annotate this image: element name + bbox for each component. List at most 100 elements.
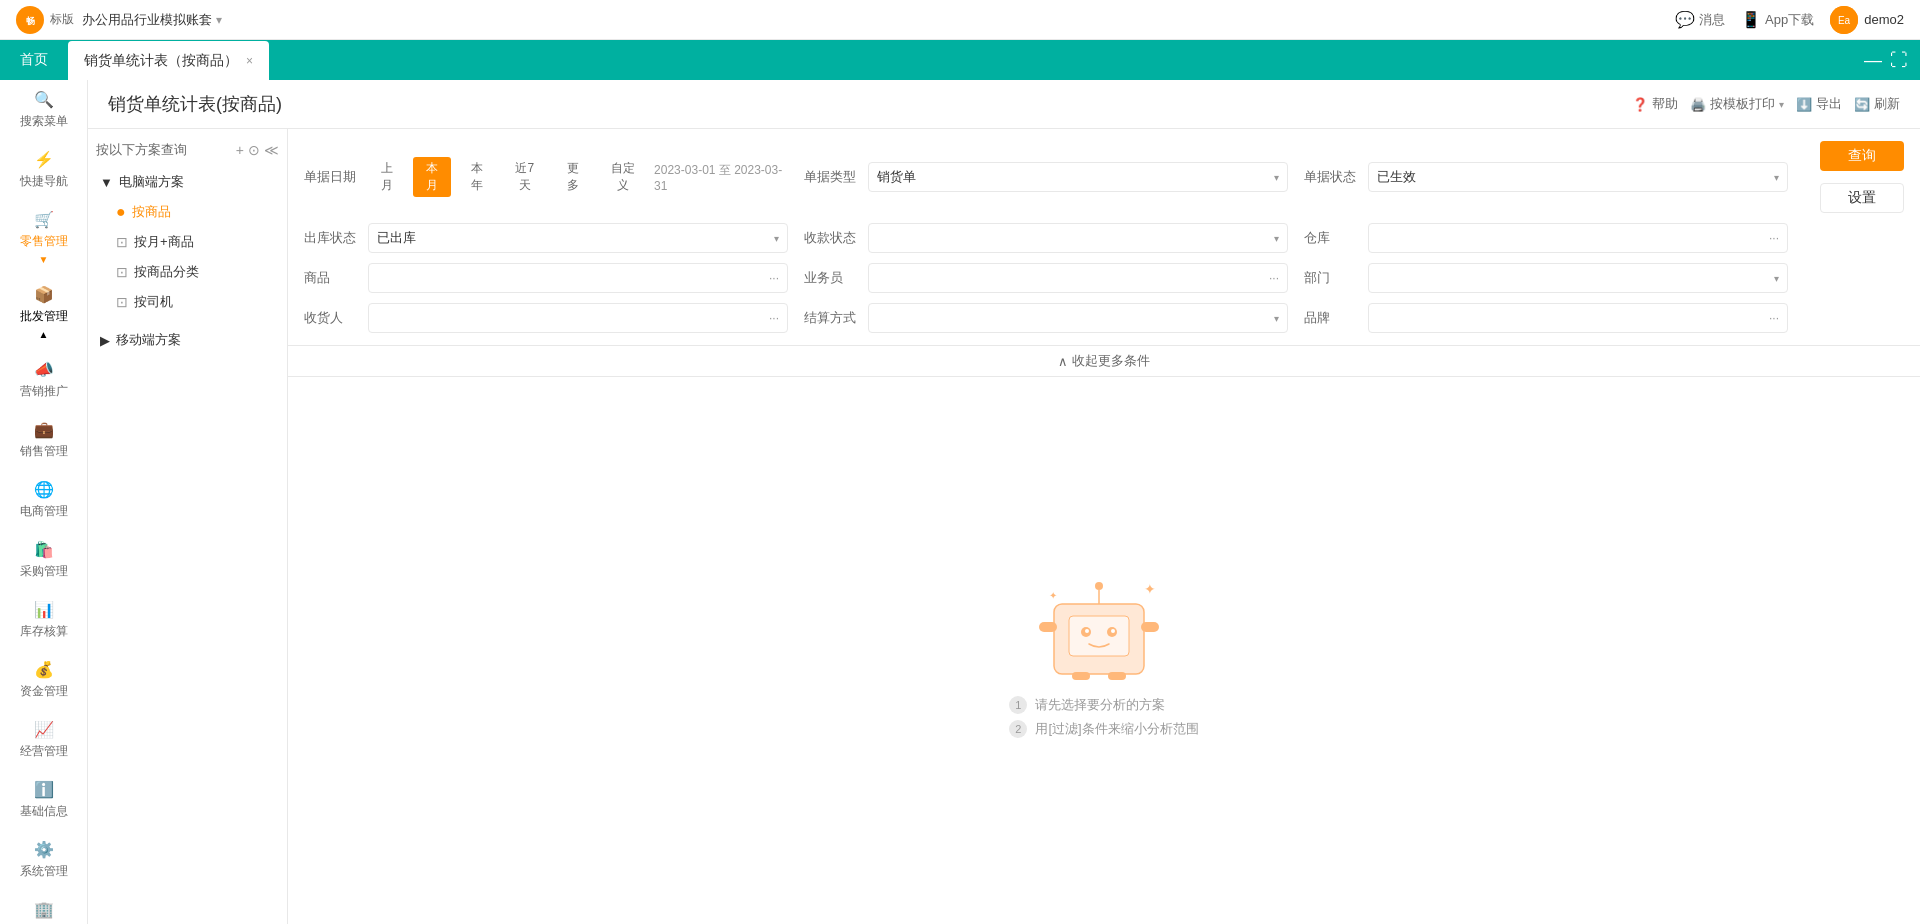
ecommerce-icon: 🌐 — [34, 480, 54, 499]
sidebar-item-finance-label: 资金管理 — [20, 683, 68, 700]
sidebar-item-purchase-label: 采购管理 — [20, 563, 68, 580]
sidebar-item-search[interactable]: 🔍 搜索菜单 — [0, 80, 87, 140]
settings-button[interactable]: 设置 — [1820, 183, 1904, 213]
sidebar-item-system[interactable]: ⚙️ 系统管理 — [0, 830, 87, 890]
sidebar-item-inventory[interactable]: 📊 库存核算 — [0, 590, 87, 650]
scheme-desktop-children: ● 按商品 ⊡ 按月+商品 ⊡ 按商品分类 ⊡ 按司机 — [96, 197, 279, 317]
recv-status-dropdown-icon: ▾ — [1274, 233, 1279, 244]
brand-input[interactable]: ··· — [1368, 303, 1788, 333]
tab-home[interactable]: 首页 — [0, 40, 68, 80]
svg-rect-12 — [1039, 622, 1057, 632]
retail-icon: 🛒 — [34, 210, 54, 229]
scheme-item-drv-icon: ⊡ — [116, 294, 128, 310]
date-btn-this-month[interactable]: 本月 — [413, 157, 452, 197]
sidebar-item-operations-label: 经营管理 — [20, 743, 68, 760]
doc-type-input[interactable]: 销货单 ▾ — [868, 162, 1288, 192]
date-btn-this-year[interactable]: 本年 — [457, 157, 496, 197]
message-action[interactable]: 💬 消息 — [1675, 10, 1725, 29]
user-profile[interactable]: Ea demo2 — [1830, 6, 1904, 34]
user-name: demo2 — [1864, 12, 1904, 27]
scheme-item-cat-label: 按商品分类 — [134, 263, 199, 281]
svg-text:畅: 畅 — [26, 16, 35, 26]
scheme-item-by-goods[interactable]: ● 按商品 — [112, 197, 279, 227]
warehouse-label: 仓库 — [1304, 229, 1360, 247]
scheme-desktop[interactable]: ▼ 电脑端方案 — [96, 167, 279, 197]
dept-input[interactable]: ▾ — [1368, 263, 1788, 293]
scheme-collapse-icon[interactable]: ≪ — [264, 142, 279, 158]
doc-status-dropdown-icon: ▾ — [1774, 172, 1779, 183]
date-btn-7days[interactable]: 近7天 — [502, 157, 547, 197]
export-btn[interactable]: ⬇️ 导出 — [1796, 95, 1842, 113]
sidebar-item-basic[interactable]: ℹ️ 基础信息 — [0, 770, 87, 830]
tab-close-icon[interactable]: × — [246, 54, 253, 68]
out-status-input[interactable]: 已出库 ▾ — [368, 223, 788, 253]
tab-maximize-icon[interactable]: ⛶ — [1890, 50, 1908, 71]
message-icon: 💬 — [1675, 10, 1695, 29]
date-filter: 上月 本月 本年 近7天 更多 自定义 2023-03-01 至 2023-03… — [368, 157, 788, 197]
query-button[interactable]: 查询 — [1820, 141, 1904, 171]
scheme-edit-icon[interactable]: ⊙ — [248, 142, 260, 158]
recv-status-label: 收款状态 — [804, 229, 860, 247]
doc-type-dropdown-icon: ▾ — [1274, 172, 1279, 183]
scheme-item-icon: ● — [116, 203, 126, 221]
workspace-dropdown-icon[interactable]: ▾ — [216, 13, 222, 27]
warehouse-input[interactable]: ··· — [1368, 223, 1788, 253]
sidebar-item-marketing[interactable]: 📣 营销推广 — [0, 350, 87, 410]
enterprise-icon: 🏢 — [34, 900, 54, 919]
template-print-btn[interactable]: 🖨️ 按模板打印 ▾ — [1690, 95, 1784, 113]
system-icon: ⚙️ — [34, 840, 54, 859]
sidebar-item-retail[interactable]: 🛒 零售管理 ▼ — [0, 200, 87, 275]
scheme-add-icon[interactable]: + — [236, 142, 244, 158]
sidebar-item-finance[interactable]: 💰 资金管理 — [0, 650, 87, 710]
sidebar-item-purchase[interactable]: 🛍️ 采购管理 — [0, 530, 87, 590]
app-download-label: App下载 — [1765, 11, 1814, 29]
sidebar-item-wholesale[interactable]: 📦 批发管理 ▲ — [0, 275, 87, 350]
salesman-input[interactable]: ··· — [868, 263, 1288, 293]
main-content-row: 按以下方案查询 + ⊙ ≪ ▼ 电脑端方案 ● 按商品 — [88, 129, 1920, 924]
print-dropdown-icon: ▾ — [1779, 99, 1784, 110]
workspace-name: 办公用品行业模拟账套 — [82, 11, 212, 29]
app-download-action[interactable]: 📱 App下载 — [1741, 10, 1814, 29]
salesman-dots-icon: ··· — [1269, 271, 1279, 285]
recipient-input[interactable]: ··· — [368, 303, 788, 333]
logo: 畅 标版 — [16, 6, 74, 34]
scheme-item-drv-label: 按司机 — [134, 293, 173, 311]
doc-type-value: 销货单 — [877, 168, 916, 186]
svg-text:✦: ✦ — [1049, 590, 1057, 601]
page-title: 销货单统计表(按商品) — [108, 92, 282, 116]
refresh-btn[interactable]: 🔄 刷新 — [1854, 95, 1900, 113]
date-btn-more[interactable]: 更多 — [553, 157, 592, 197]
sidebar-item-sales[interactable]: 💼 销售管理 — [0, 410, 87, 470]
sidebar: 🔍 搜索菜单 ⚡ 快捷导航 🛒 零售管理 ▼ 📦 批发管理 ▲ 📣 营销推广 💼… — [0, 80, 88, 924]
help-btn[interactable]: ❓ 帮助 — [1632, 95, 1678, 113]
sidebar-item-ecommerce[interactable]: 🌐 电商管理 — [0, 470, 87, 530]
doc-status-input[interactable]: 已生效 ▾ — [1368, 162, 1788, 192]
wholesale-expand-icon: ▲ — [39, 329, 49, 340]
export-icon: ⬇️ — [1796, 97, 1812, 112]
sidebar-item-marketing-label: 营销推广 — [20, 383, 68, 400]
out-status-dropdown-icon: ▾ — [774, 233, 779, 244]
doc-type-label: 单据类型 — [804, 168, 860, 186]
sidebar-item-enterprise[interactable]: 🏢 企业协同 — [0, 890, 87, 924]
date-btn-last-month[interactable]: 上月 — [368, 157, 407, 197]
goods-input[interactable]: ··· — [368, 263, 788, 293]
collapse-arrow-icon: ∧ — [1058, 354, 1068, 369]
scheme-mobile[interactable]: ▶ 移动端方案 — [96, 325, 279, 355]
tab-active[interactable]: 销货单统计表（按商品） × — [68, 41, 269, 81]
sidebar-item-operations[interactable]: 📈 经营管理 — [0, 710, 87, 770]
recv-status-input[interactable]: ▾ — [868, 223, 1288, 253]
print-icon: 🖨️ — [1690, 97, 1706, 112]
avatar: Ea — [1830, 6, 1858, 34]
tab-minimize-icon[interactable]: — — [1864, 50, 1882, 71]
date-btn-custom[interactable]: 自定义 — [598, 157, 648, 197]
settlement-input[interactable]: ▾ — [868, 303, 1288, 333]
workspace-selector[interactable]: 办公用品行业模拟账套 ▾ — [82, 11, 222, 29]
scheme-item-by-driver[interactable]: ⊡ 按司机 — [112, 287, 279, 317]
scheme-item-by-month-goods[interactable]: ⊡ 按月+商品 — [112, 227, 279, 257]
sidebar-item-quicknav[interactable]: ⚡ 快捷导航 — [0, 140, 87, 200]
marketing-icon: 📣 — [34, 360, 54, 379]
empty-tips: 1 请先选择要分析的方案 2 用[过滤]条件来缩小分析范围 — [1009, 696, 1198, 738]
collapse-bar[interactable]: ∧ 收起更多条件 — [288, 346, 1920, 377]
scheme-item-by-category[interactable]: ⊡ 按商品分类 — [112, 257, 279, 287]
logo-icon: 畅 — [16, 6, 44, 34]
